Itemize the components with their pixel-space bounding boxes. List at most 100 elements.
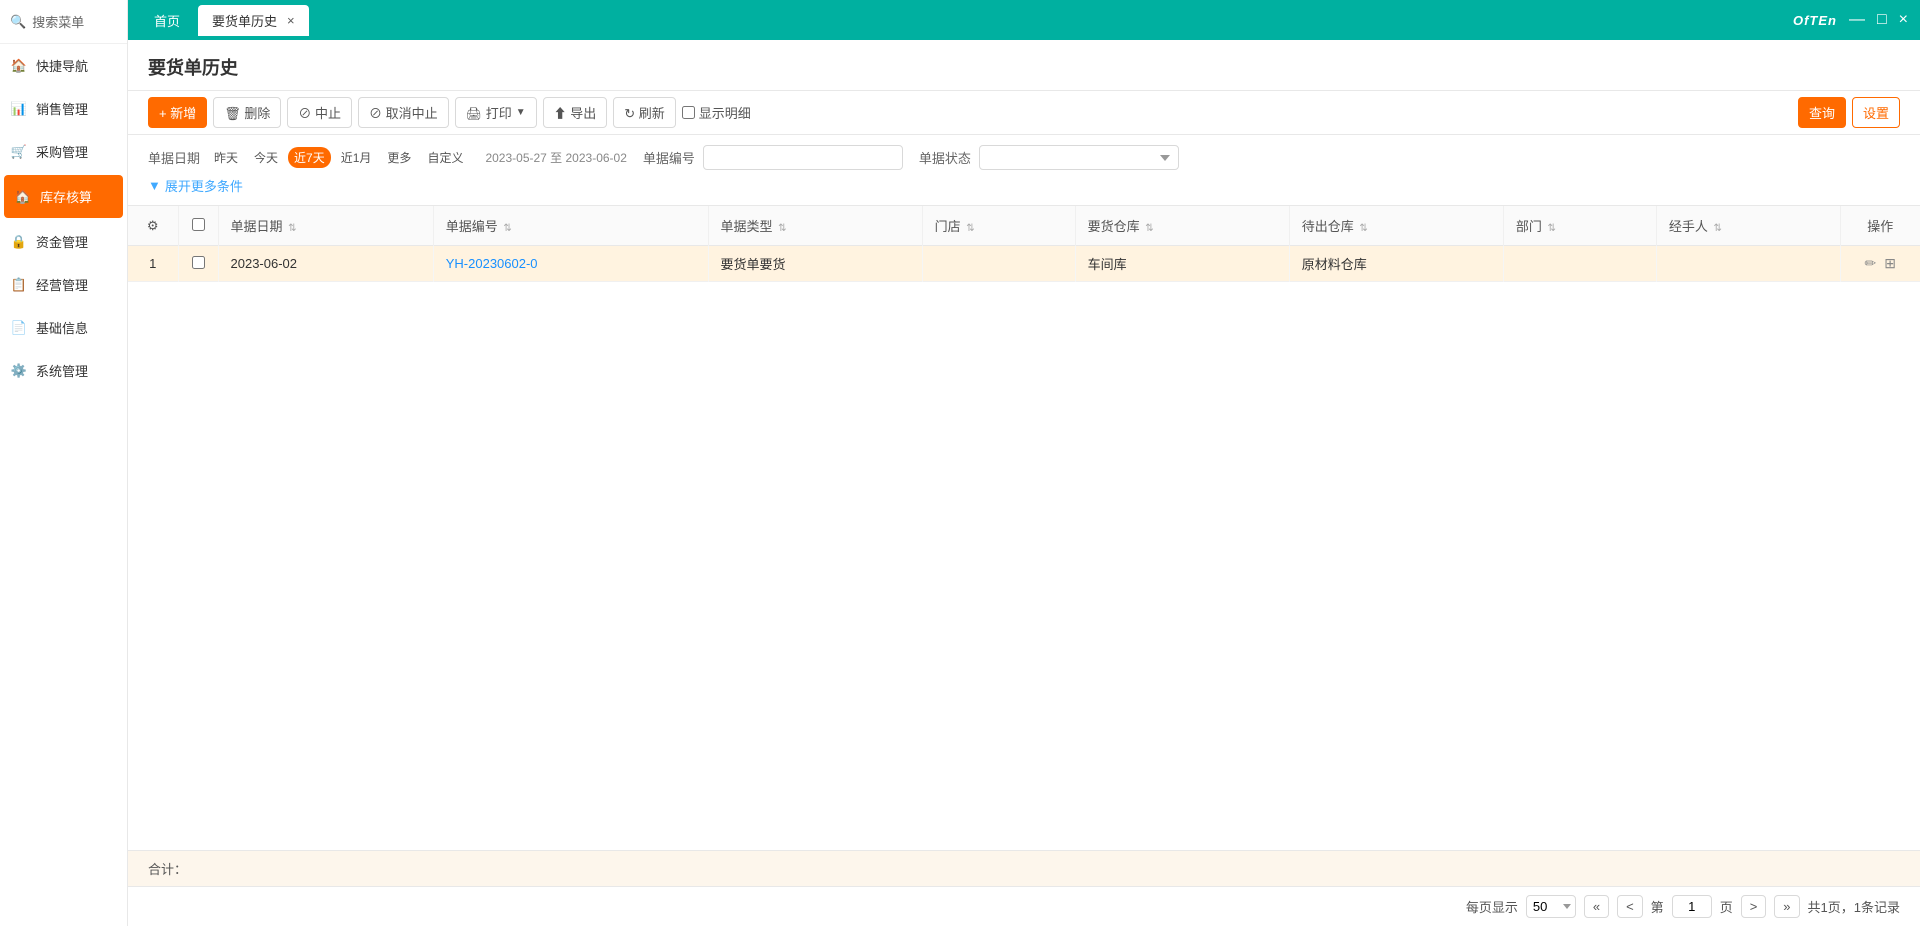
- date-opt-today[interactable]: 今天: [248, 147, 284, 168]
- sort-docno-icon: ⇅: [503, 223, 511, 234]
- col-pending-warehouse[interactable]: 待出仓库 ⇅: [1289, 206, 1503, 246]
- col-docno[interactable]: 单据编号 ⇅: [433, 206, 708, 246]
- print-button-label: 🖨 打印: [466, 103, 512, 122]
- row-docno: YH-20230602-0: [433, 246, 708, 282]
- sidebar-item-system[interactable]: ⚙️ 系统管理: [0, 349, 127, 392]
- sidebar-item-operation[interactable]: 📋 经营管理: [0, 263, 127, 306]
- cancel-stop-button-label: ⊘ 取消中止: [369, 103, 438, 122]
- refresh-button-label: ↻ 刷新: [624, 103, 665, 122]
- search-icon: 🔍: [10, 14, 26, 30]
- date-opt-yesterday[interactable]: 昨天: [208, 147, 244, 168]
- filter-docno-group: 单据编号: [643, 145, 903, 170]
- col-doctype[interactable]: 单据类型 ⇅: [708, 206, 922, 246]
- show-detail-toggle[interactable]: 显示明细: [682, 103, 751, 122]
- tab-active-label: 要货单历史: [212, 11, 277, 30]
- page-size-select[interactable]: 50 10 20 100: [1526, 895, 1576, 918]
- cancel-stop-button[interactable]: ⊘ 取消中止: [358, 97, 449, 128]
- settings-button-label: 设置: [1863, 103, 1889, 122]
- row-checkbox[interactable]: [192, 256, 205, 269]
- sidebar-item-basic[interactable]: 📄 基础信息: [0, 306, 127, 349]
- table-header-row: ⚙ 单据日期 ⇅ 单据编号 ⇅ 单据类型 ⇅: [128, 206, 1920, 246]
- date-opt-custom[interactable]: 自定义: [421, 147, 469, 168]
- sort-dept-icon: ⇅: [1548, 223, 1556, 234]
- date-opt-7days[interactable]: 近7天: [288, 147, 331, 168]
- show-detail-checkbox[interactable]: [682, 106, 695, 119]
- row-docno-link[interactable]: YH-20230602-0: [446, 256, 538, 271]
- tab-home[interactable]: 首页: [140, 5, 194, 36]
- query-button[interactable]: 查询: [1798, 97, 1846, 128]
- prev-page-btn[interactable]: <: [1617, 895, 1643, 918]
- status-filter-select[interactable]: [979, 145, 1179, 170]
- date-options: 昨天 今天 近7天 近1月 更多 自定义: [208, 147, 469, 168]
- detail-icon[interactable]: ⊞: [1884, 255, 1896, 272]
- row-pending-warehouse: 原材料仓库: [1289, 246, 1503, 282]
- table-footer: 合计：: [128, 850, 1920, 886]
- delete-button-label: 🗑 删除: [224, 103, 270, 122]
- new-button[interactable]: + 新增: [148, 97, 207, 128]
- last-page-btn[interactable]: »: [1774, 895, 1799, 918]
- col-date[interactable]: 单据日期 ⇅: [218, 206, 433, 246]
- next-page-btn[interactable]: >: [1741, 895, 1767, 918]
- close-window-btn[interactable]: ×: [1899, 11, 1908, 29]
- col-checkbox: [178, 206, 218, 246]
- row-req-warehouse: 车间库: [1075, 246, 1289, 282]
- col-pending-warehouse-label: 待出仓库: [1302, 219, 1354, 234]
- sidebar: 🔍 搜索菜单 🏠 快捷导航 📊 销售管理 🛒 采购管理 🏠 库存核算 🔒 资金管…: [0, 0, 128, 926]
- topbar: 首页 要货单历史 × OfTEn — □ ×: [128, 0, 1920, 40]
- basic-icon: 📄: [10, 319, 28, 337]
- total-label: 合计：: [148, 862, 187, 877]
- table-row: 1 2023-06-02 YH-20230602-0 要货单要货 车间库 原材料…: [128, 246, 1920, 282]
- row-dept: [1503, 246, 1656, 282]
- total-info: 共1页，1条记录: [1808, 897, 1900, 916]
- row-num: 1: [128, 246, 178, 282]
- expand-more-label: 展开更多条件: [165, 176, 243, 195]
- topbar-actions: OfTEn — □ ×: [1793, 11, 1908, 29]
- toolbar-right: 查询 设置: [1798, 97, 1900, 128]
- toolbar: + 新增 🗑 删除 ⊘ 中止 ⊘ 取消中止 🖨 打印 ▼ ⬆ 导出 ↻ 刷新 显…: [128, 91, 1920, 135]
- date-opt-1month[interactable]: 近1月: [335, 147, 378, 168]
- purchase-icon: 🛒: [10, 143, 28, 161]
- edit-icon[interactable]: ✏: [1865, 255, 1877, 272]
- print-button[interactable]: 🖨 打印 ▼: [455, 97, 537, 128]
- delete-button[interactable]: 🗑 删除: [213, 97, 281, 128]
- sidebar-item-label: 销售管理: [36, 99, 88, 118]
- inventory-icon: 🏠: [14, 188, 32, 206]
- docno-filter-input[interactable]: [703, 145, 903, 170]
- sidebar-search-label: 搜索菜单: [32, 12, 84, 31]
- sidebar-item-finance[interactable]: 🔒 资金管理: [0, 220, 127, 263]
- page-input[interactable]: [1672, 895, 1712, 918]
- col-handler[interactable]: 经手人 ⇅: [1656, 206, 1840, 246]
- stop-button-label: ⊘ 中止: [298, 103, 341, 122]
- export-button[interactable]: ⬆ 导出: [543, 97, 608, 128]
- maximize-btn[interactable]: □: [1877, 11, 1887, 29]
- col-settings[interactable]: ⚙: [128, 206, 178, 246]
- sidebar-item-sales[interactable]: 📊 销售管理: [0, 87, 127, 130]
- col-dept[interactable]: 部门 ⇅: [1503, 206, 1656, 246]
- minimize-btn[interactable]: —: [1849, 11, 1865, 29]
- sidebar-search[interactable]: 🔍 搜索菜单: [0, 0, 127, 44]
- sales-icon: 📊: [10, 100, 28, 118]
- sidebar-item-purchase[interactable]: 🛒 采购管理: [0, 130, 127, 173]
- col-store[interactable]: 门店 ⇅: [922, 206, 1075, 246]
- date-opt-more[interactable]: 更多: [381, 147, 417, 168]
- tab-active[interactable]: 要货单历史 ×: [198, 5, 309, 36]
- first-page-btn[interactable]: «: [1584, 895, 1609, 918]
- main-content: 首页 要货单历史 × OfTEn — □ × 要货单历史 + 新增 🗑 删除 ⊘…: [128, 0, 1920, 926]
- show-detail-label: 显示明细: [699, 103, 751, 122]
- expand-more-btn[interactable]: ▼ 展开更多条件: [148, 176, 1900, 195]
- refresh-button[interactable]: ↻ 刷新: [613, 97, 676, 128]
- sort-req-warehouse-icon: ⇅: [1145, 223, 1153, 234]
- col-doctype-label: 单据类型: [721, 219, 773, 234]
- col-req-warehouse[interactable]: 要货仓库 ⇅: [1075, 206, 1289, 246]
- sidebar-item-home[interactable]: 🏠 快捷导航: [0, 44, 127, 87]
- row-date: 2023-06-02: [218, 246, 433, 282]
- tab-close-icon[interactable]: ×: [287, 13, 295, 28]
- page-suffix: 页: [1720, 897, 1733, 916]
- sidebar-item-inventory[interactable]: 🏠 库存核算: [4, 175, 123, 218]
- settings-button[interactable]: 设置: [1852, 97, 1900, 128]
- status-filter-label: 单据状态: [919, 148, 971, 167]
- filter-date-range-group: 2023-05-27 至 2023-06-02: [485, 149, 626, 166]
- print-dropdown-icon: ▼: [516, 107, 526, 118]
- stop-button[interactable]: ⊘ 中止: [287, 97, 352, 128]
- select-all-checkbox[interactable]: [192, 218, 205, 231]
